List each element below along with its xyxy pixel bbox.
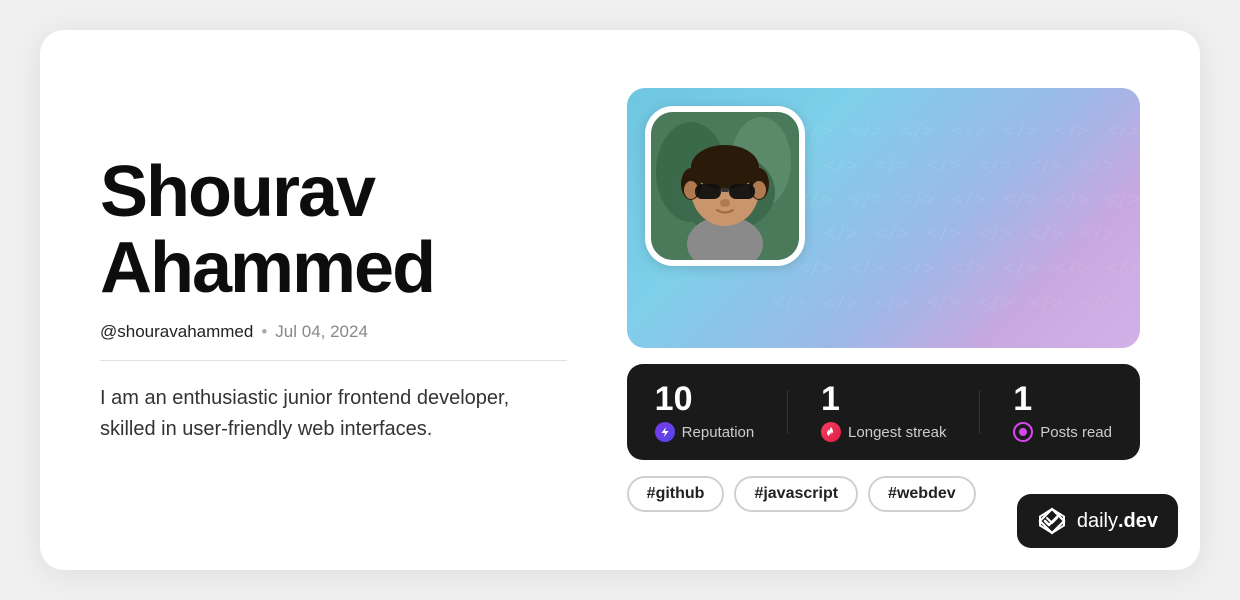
posts-label: Posts read [1013, 422, 1112, 442]
svg-text:</>: </> [1080, 155, 1114, 176]
svg-text:</>: </> [849, 258, 883, 279]
svg-text:</>: </> [1003, 258, 1037, 279]
svg-text:</>: </> [823, 155, 857, 176]
svg-text:</>: </> [1029, 292, 1063, 313]
daily-dev-logo: daily.dev [1017, 494, 1178, 548]
svg-text:</>: </> [977, 223, 1011, 244]
svg-text:</>: </> [926, 223, 960, 244]
tag-webdev[interactable]: #webdev [868, 476, 976, 512]
svg-text:</>: </> [1054, 189, 1088, 210]
reputation-value: 10 [655, 382, 755, 416]
svg-text:</>: </> [875, 223, 909, 244]
svg-text:</>: </> [952, 121, 986, 142]
svg-text:</>: </> [1106, 258, 1140, 279]
user-name: Shourav Ahammed [100, 155, 567, 306]
svg-text:</>: </> [1029, 223, 1063, 244]
daily-dev-logo-icon [1037, 506, 1067, 536]
streak-label: Longest streak [821, 422, 946, 442]
svg-text:</>: </> [875, 155, 909, 176]
avatar [651, 112, 799, 260]
svg-text:</>: </> [849, 189, 883, 210]
svg-text:</>: </> [900, 189, 934, 210]
avatar-wrapper [645, 106, 805, 266]
svg-text:</>: </> [900, 121, 934, 142]
svg-text:</>: </> [1080, 223, 1114, 244]
svg-text:</>: </> [849, 121, 883, 142]
svg-text:</>: </> [926, 155, 960, 176]
svg-text:</>: </> [926, 292, 960, 313]
user-meta: @shouravahammed • Jul 04, 2024 [100, 322, 567, 342]
svg-text:</>: </> [1080, 292, 1114, 313]
svg-text:</>: </> [977, 155, 1011, 176]
right-section: </> </> </> </> </> </> </> </> </> </> … [627, 88, 1140, 512]
stat-divider-2 [979, 390, 980, 434]
fire-icon [821, 422, 841, 442]
join-date: Jul 04, 2024 [275, 322, 368, 342]
svg-text:</>: </> [772, 292, 806, 313]
svg-text:</>: </> [1054, 121, 1088, 142]
svg-text:</>: </> [798, 258, 832, 279]
profile-banner: </> </> </> </> </> </> </> </> </> </> … [627, 88, 1140, 348]
profile-card: Shourav Ahammed @shouravahammed • Jul 04… [40, 30, 1200, 570]
svg-text:</>: </> [977, 292, 1011, 313]
svg-text:</>: </> [1029, 155, 1063, 176]
svg-text:</>: </> [1003, 189, 1037, 210]
tag-javascript[interactable]: #javascript [734, 476, 858, 512]
lightning-icon [655, 422, 675, 442]
posts-value: 1 [1013, 382, 1112, 416]
username: @shouravahammed [100, 322, 253, 342]
svg-text:</>: </> [952, 258, 986, 279]
svg-text:</>: </> [952, 189, 986, 210]
svg-text:</>: </> [823, 223, 857, 244]
separator: • [261, 322, 267, 342]
svg-text:</>: </> [1106, 189, 1140, 210]
circle-icon [1013, 422, 1033, 442]
tag-github[interactable]: #github [627, 476, 725, 512]
svg-text:</>: </> [900, 258, 934, 279]
svg-text:</>: </> [1003, 121, 1037, 142]
svg-text:</>: </> [1106, 121, 1140, 142]
left-section: Shourav Ahammed @shouravahammed • Jul 04… [100, 155, 567, 445]
stat-divider-1 [787, 390, 788, 434]
svg-text:</>: </> [823, 292, 857, 313]
divider [100, 360, 567, 361]
daily-dev-text: daily.dev [1077, 510, 1158, 533]
stat-streak: 1 Longest streak [821, 382, 946, 442]
bio: I am an enthusiastic junior frontend dev… [100, 383, 520, 445]
stat-reputation: 10 Reputation [655, 382, 755, 442]
streak-value: 1 [821, 382, 946, 416]
reputation-label: Reputation [655, 422, 755, 442]
stat-posts: 1 Posts read [1013, 382, 1112, 442]
svg-text:</>: </> [875, 292, 909, 313]
stats-bar: 10 Reputation 1 [627, 364, 1140, 460]
svg-text:</>: </> [1054, 258, 1088, 279]
